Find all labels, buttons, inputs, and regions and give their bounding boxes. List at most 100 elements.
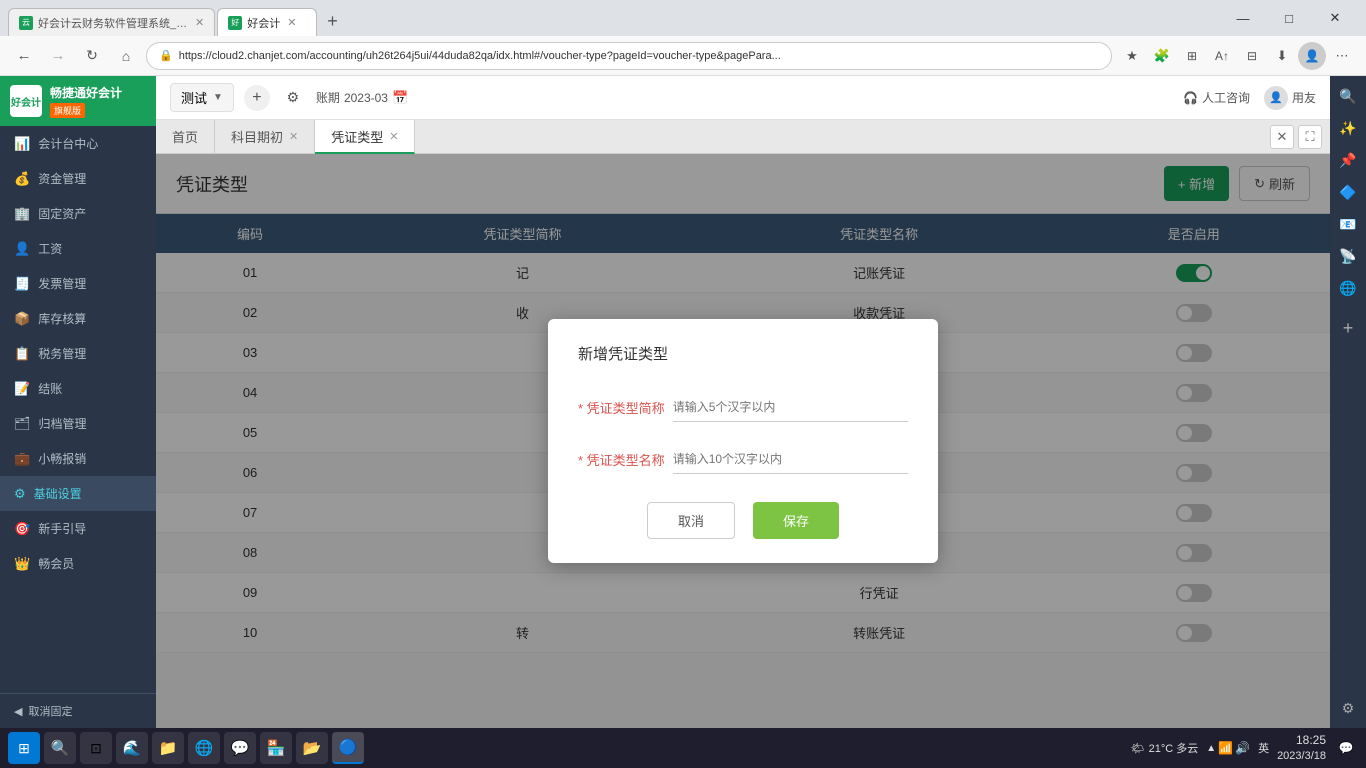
sidebar-item-guide[interactable]: 🎯 新手引导 — [0, 511, 156, 546]
taskbar-task-view-button[interactable]: ⊡ — [80, 732, 112, 764]
sidebar-logo[interactable]: 好会计 畅捷通好会计 旗舰版 — [0, 76, 156, 126]
user-button[interactable]: 👤 用友 — [1264, 86, 1316, 110]
tab-bar: 云 好会计云财务软件管理系统_会计 ✕ 好 好会计 ✕ + — [8, 0, 1220, 36]
sidebar-item-settings[interactable]: ⚙ 基础设置 — [0, 476, 156, 511]
guide-icon: 🎯 — [14, 521, 30, 537]
tax-icon: 📋 — [14, 346, 30, 362]
right-gear-button[interactable]: ⚙ — [1334, 694, 1362, 722]
sidebar-item-inventory[interactable]: 📦 库存核算 — [0, 301, 156, 336]
taskbar-weather: 🌤 21°C 多云 — [1131, 740, 1199, 756]
browser-tab-2[interactable]: 好 好会计 ✕ — [217, 8, 317, 36]
app-header: 测试 ▼ + ⚙ 账期 2023-03 📅 🎧 人工咨询 👤 用友 — [156, 76, 1330, 120]
right-diamond-button[interactable]: 🔷 — [1334, 178, 1362, 206]
tab1-close-icon[interactable]: ✕ — [195, 16, 204, 29]
reload-button[interactable]: ↻ — [78, 42, 106, 70]
taskbar-notification-button[interactable]: 💬 — [1334, 736, 1358, 760]
sidebar-item-member[interactable]: 👑 畅会员 — [0, 546, 156, 581]
dialog-name-input[interactable] — [673, 444, 908, 474]
tab-home[interactable]: 首页 — [156, 120, 215, 154]
back-button[interactable]: ← — [10, 42, 38, 70]
tab-subject[interactable]: 科目期初 ✕ — [215, 120, 315, 154]
profile-icon[interactable]: 👤 — [1298, 42, 1326, 70]
browser-tab-1[interactable]: 云 好会计云财务软件管理系统_会计 ✕ — [8, 8, 215, 36]
checkout-icon: 📝 — [14, 381, 30, 397]
right-star-button[interactable]: ✨ — [1334, 114, 1362, 142]
sidebar-item-salary[interactable]: 👤 工资 — [0, 231, 156, 266]
sidebar-item-checkout[interactable]: 📝 结账 — [0, 371, 156, 406]
logo-text: 畅捷通好会计 — [50, 84, 122, 101]
save-button[interactable]: 保存 — [753, 502, 839, 539]
taskbar-wechat-button[interactable]: 💬 — [224, 732, 256, 764]
taskbar-edge2-button[interactable]: 🔵 — [332, 732, 364, 764]
dialog-abbr-input[interactable] — [673, 392, 908, 422]
tab2-close-icon[interactable]: ✕ — [287, 16, 296, 29]
sidebar-item-expense[interactable]: 💼 小畅报销 — [0, 441, 156, 476]
taskbar-icons: 🔍 ⊡ 🌊 📁 🌐 💬 🏪 📂 🔵 — [44, 732, 364, 764]
taskbar-language[interactable]: 英 — [1258, 740, 1269, 756]
right-web-button[interactable]: 🌐 — [1334, 274, 1362, 302]
read-view-icon[interactable]: ⊞ — [1178, 42, 1206, 70]
calendar-icon[interactable]: 📅 — [392, 90, 408, 106]
cancel-button[interactable]: 取消 — [647, 502, 735, 539]
right-mail-button[interactable]: 📧 — [1334, 210, 1362, 238]
zoom-icon[interactable]: A↑ — [1208, 42, 1236, 70]
taskbar-wifi-icon[interactable]: 📶 — [1218, 741, 1233, 755]
sidebar-item-fixed-assets[interactable]: 🏢 固定资产 — [0, 196, 156, 231]
consult-button[interactable]: 🎧 人工咨询 — [1183, 89, 1250, 106]
sidebar-item-fund[interactable]: 💰 资金管理 — [0, 161, 156, 196]
tab-maximize-button[interactable]: ⛶ — [1298, 125, 1322, 149]
settings-button[interactable]: ⚙ — [280, 85, 306, 111]
taskbar-sound-icon[interactable]: 🔊 — [1235, 741, 1250, 755]
fixed-assets-icon: 🏢 — [14, 206, 30, 222]
taskbar-chevron-icon[interactable]: ▲ — [1206, 743, 1216, 754]
close-button[interactable]: ✕ — [1312, 0, 1358, 36]
tabs-tools: ✕ ⛶ — [1270, 125, 1330, 149]
minimize-button[interactable]: — — [1220, 0, 1266, 36]
tab-subject-close-icon[interactable]: ✕ — [289, 130, 298, 143]
menu-icon[interactable]: ⋯ — [1328, 42, 1356, 70]
right-pin-button[interactable]: 📌 — [1334, 146, 1362, 174]
taskbar-folder-button[interactable]: 📂 — [296, 732, 328, 764]
archive-label: 归档管理 — [39, 415, 87, 432]
tab1-favicon: 云 — [19, 16, 33, 30]
taskbar-edge-button[interactable]: 🌊 — [116, 732, 148, 764]
user-label: 用友 — [1292, 89, 1316, 106]
sidebar-item-archive[interactable]: 🗂 归档管理 — [0, 406, 156, 441]
tab-voucher-type-close-icon[interactable]: ✕ — [389, 130, 398, 143]
new-tab-button[interactable]: + — [319, 11, 346, 32]
extensions-icon[interactable]: 🧩 — [1148, 42, 1176, 70]
workspace-selector[interactable]: 测试 ▼ — [170, 83, 234, 112]
taskbar-store-button[interactable]: 🏪 — [260, 732, 292, 764]
cancel-pin-button[interactable]: ◀ 取消固定 — [0, 694, 156, 728]
logo-badge: 旗舰版 — [50, 103, 85, 118]
logo-text-container: 畅捷通好会计 旗舰版 — [50, 84, 122, 118]
address-input[interactable]: 🔒 https://cloud2.chanjet.com/accounting/… — [146, 42, 1112, 70]
sidebar-item-dashboard[interactable]: 📊 会计台中心 — [0, 126, 156, 161]
taskbar-explorer-button[interactable]: 📁 — [152, 732, 184, 764]
home-button[interactable]: ⌂ — [112, 42, 140, 70]
logo-icon: 好会计 — [10, 85, 42, 117]
right-add-button[interactable]: + — [1334, 314, 1362, 342]
start-button[interactable]: ⊞ — [8, 732, 40, 764]
sidebar-item-invoice[interactable]: 🧾 发票管理 — [0, 266, 156, 301]
downloads-icon[interactable]: ⬇ — [1268, 42, 1296, 70]
right-search-button[interactable]: 🔍 — [1334, 82, 1362, 110]
taskbar-clock[interactable]: 18:25 2023/3/18 — [1277, 732, 1326, 764]
add-workspace-button[interactable]: + — [244, 85, 270, 111]
right-share-button[interactable]: 📡 — [1334, 242, 1362, 270]
period-label: 账期 — [316, 89, 340, 106]
forward-button[interactable]: → — [44, 42, 72, 70]
split-view-icon[interactable]: ⊟ — [1238, 42, 1266, 70]
tab-voucher-type[interactable]: 凭证类型 ✕ — [315, 120, 415, 154]
sidebar-item-tax[interactable]: 📋 税务管理 — [0, 336, 156, 371]
dialog-actions: 取消 保存 — [578, 502, 908, 539]
tab-close-all-button[interactable]: ✕ — [1270, 125, 1294, 149]
tab2-favicon: 好 — [228, 16, 242, 30]
tax-label: 税务管理 — [38, 345, 86, 362]
taskbar-chrome-button[interactable]: 🌐 — [188, 732, 220, 764]
sidebar: 好会计 畅捷通好会计 旗舰版 📊 会计台中心 💰 资金管理 🏢 固定资产 👤 工… — [0, 76, 156, 728]
tab2-label: 好会计 — [247, 15, 280, 31]
maximize-button[interactable]: □ — [1266, 0, 1312, 36]
favorites-icon[interactable]: ★ — [1118, 42, 1146, 70]
taskbar-search-button[interactable]: 🔍 — [44, 732, 76, 764]
